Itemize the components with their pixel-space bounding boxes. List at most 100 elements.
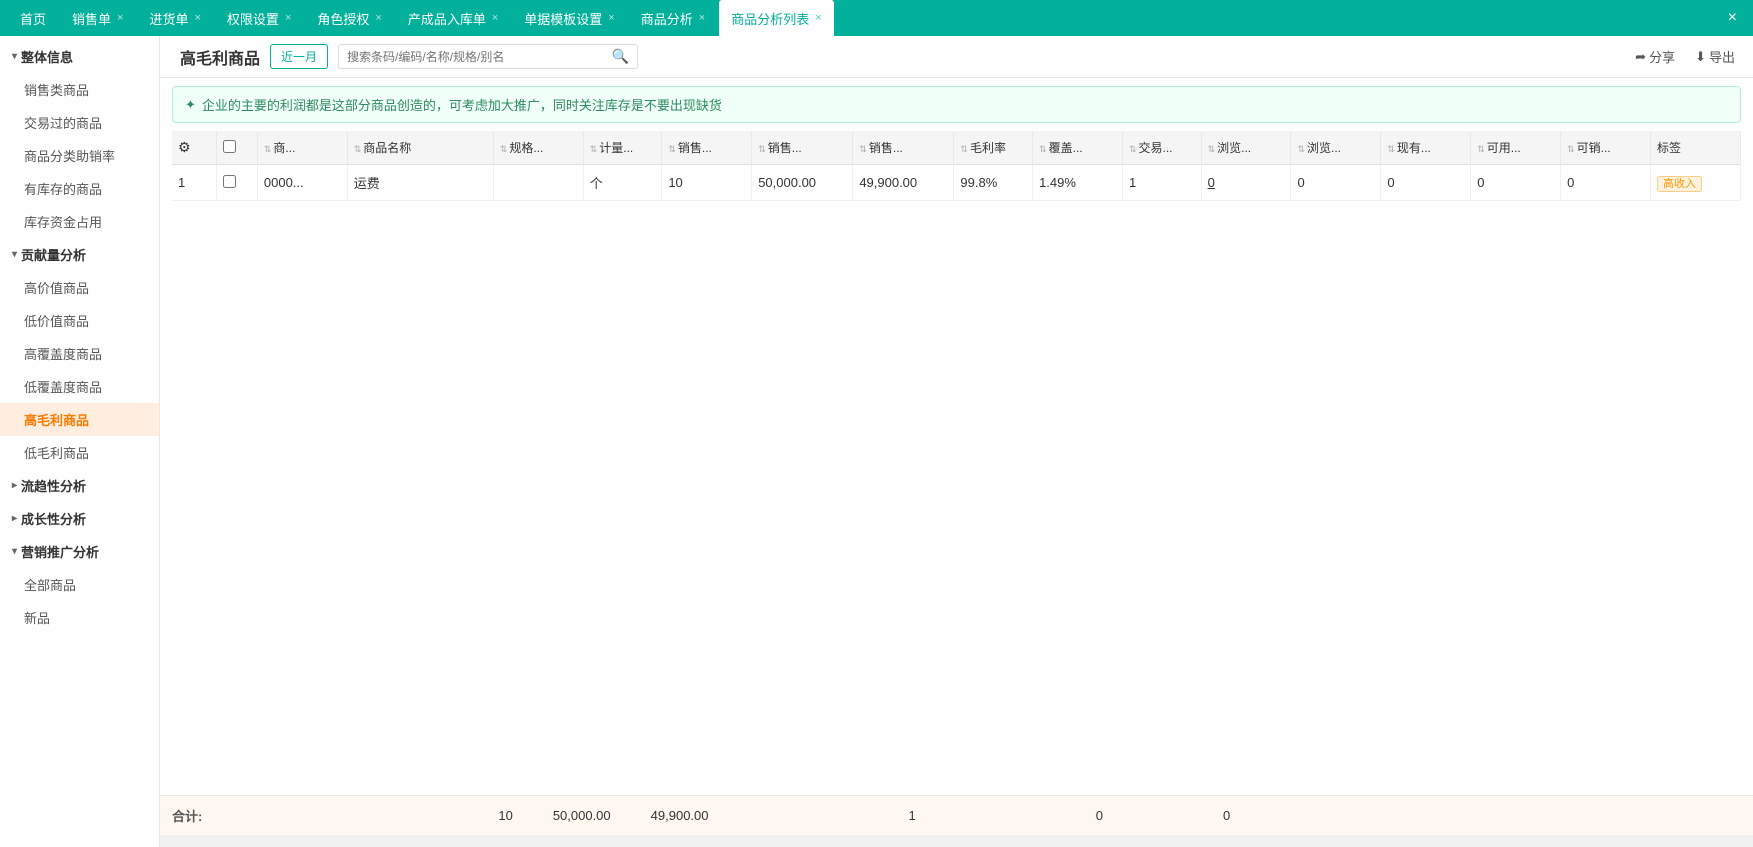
info-icon: ✦ [185, 97, 196, 113]
sidebar-item-有库存的商品[interactable]: 有库存的商品 [0, 172, 159, 205]
close-all-tabs[interactable]: × [1720, 9, 1745, 27]
row-checkbox-cell[interactable] [217, 165, 257, 201]
header-actions: ➦ 分享 ⬇ 导出 [1629, 44, 1741, 69]
footer-transactions: 1 [909, 808, 916, 823]
row-browse1[interactable]: 0 [1201, 165, 1291, 201]
col-header-15[interactable]: ⇅可用... [1471, 131, 1561, 165]
sidebar-item-高毛利商品[interactable]: 高毛利商品 [0, 403, 159, 436]
tab-close-icon[interactable]: × [699, 12, 705, 24]
tab-close-icon[interactable]: × [492, 12, 498, 24]
select-all-checkbox[interactable] [223, 140, 236, 153]
export-icon: ⬇ [1695, 49, 1706, 65]
chevron-icon: ▸ [12, 513, 17, 524]
row-browse2: 0 [1291, 165, 1381, 201]
tab-close-icon[interactable]: × [194, 12, 200, 24]
row-coverage: 1.49% [1033, 165, 1123, 201]
horizontal-scrollbar[interactable] [160, 835, 1753, 847]
sidebar-item-销售类商品[interactable]: 销售类商品 [0, 73, 159, 106]
col-header-2[interactable]: ⇅商... [257, 131, 347, 165]
col-header-16[interactable]: ⇅可销... [1561, 131, 1651, 165]
tag-badge: 高收入 [1657, 176, 1702, 192]
row-sellable: 0 [1561, 165, 1651, 201]
sidebar-group-营销推广分析[interactable]: ▾营销推广分析 [0, 535, 159, 568]
row-sales-qty: 10 [662, 165, 752, 201]
export-button[interactable]: ⬇ 导出 [1689, 44, 1741, 69]
sidebar-group-流趋性分析[interactable]: ▸流趋性分析 [0, 469, 159, 502]
nav-tab-角色授权[interactable]: 角色授权× [305, 0, 393, 36]
sidebar-item-全部商品[interactable]: 全部商品 [0, 568, 159, 601]
col-header-11[interactable]: ⇅交易... [1122, 131, 1201, 165]
row-gross-margin: 99.8% [954, 165, 1033, 201]
tab-close-icon[interactable]: × [815, 12, 821, 24]
search-icon[interactable]: 🔍 [612, 48, 629, 65]
footer-label: 合计: [172, 806, 202, 825]
row-sales-profit: 49,900.00 [853, 165, 954, 201]
row-name: 运费 [347, 165, 493, 201]
nav-tab-首页[interactable]: 首页 [8, 0, 58, 36]
sidebar-item-交易过的商品[interactable]: 交易过的商品 [0, 106, 159, 139]
product-table: ⚙⇅商...⇅商品名称⇅规格...⇅计量...⇅销售...⇅销售...⇅销售..… [172, 131, 1741, 201]
tab-close-icon[interactable]: × [285, 12, 291, 24]
share-button[interactable]: ➦ 分享 [1629, 44, 1681, 69]
col-header-9[interactable]: ⇅毛利率 [954, 131, 1033, 165]
sidebar: ▾整体信息销售类商品交易过的商品商品分类助销率有库存的商品库存资金占用▾贡献量分… [0, 36, 160, 847]
chevron-icon: ▾ [12, 546, 17, 557]
row-spec [493, 165, 583, 201]
table-row: 10000...运费个1050,000.0049,900.0099.8%1.49… [172, 165, 1741, 201]
sidebar-group-整体信息[interactable]: ▾整体信息 [0, 40, 159, 73]
date-filter-button[interactable]: 近一月 [270, 44, 328, 69]
nav-tab-单据模板设置[interactable]: 单据模板设置× [512, 0, 626, 36]
sidebar-group-贡献量分析[interactable]: ▾贡献量分析 [0, 238, 159, 271]
tab-close-icon[interactable]: × [608, 12, 614, 24]
tab-close-icon[interactable]: × [117, 12, 123, 24]
row-tag: 高收入 [1650, 165, 1740, 201]
sidebar-item-商品分类助销率[interactable]: 商品分类助销率 [0, 139, 159, 172]
row-code: 0000... [257, 165, 347, 201]
sidebar-item-高覆盖度商品[interactable]: 高覆盖度商品 [0, 337, 159, 370]
sort-icon: ⇅ [1297, 144, 1305, 154]
sidebar-group-成长性分析[interactable]: ▸成长性分析 [0, 502, 159, 535]
search-input[interactable] [347, 50, 612, 64]
sort-icon: ⇅ [1129, 144, 1137, 154]
content-area: 高毛利商品 近一月 🔍 ➦ 分享 ⬇ 导出 ✦ 企业的主要的利润都是这部分商品创… [160, 36, 1753, 847]
sort-icon: ⇅ [590, 144, 598, 154]
sidebar-item-高价值商品[interactable]: 高价值商品 [0, 271, 159, 304]
col-header-13[interactable]: ⇅浏览... [1291, 131, 1381, 165]
col-header-14[interactable]: ⇅现有... [1381, 131, 1471, 165]
col-header-8[interactable]: ⇅销售... [853, 131, 954, 165]
col-header-4[interactable]: ⇅规格... [493, 131, 583, 165]
footer-sales-amount: 50,000.00 [553, 808, 611, 823]
nav-tab-进货单[interactable]: 进货单× [137, 0, 212, 36]
nav-tab-权限设置[interactable]: 权限设置× [215, 0, 303, 36]
browse1-link[interactable]: 0 [1208, 175, 1215, 190]
row-sales-amount: 50,000.00 [752, 165, 853, 201]
nav-tab-商品分析[interactable]: 商品分析× [629, 0, 717, 36]
sidebar-item-低覆盖度商品[interactable]: 低覆盖度商品 [0, 370, 159, 403]
sidebar-item-新品[interactable]: 新品 [0, 601, 159, 634]
nav-tab-销售单[interactable]: 销售单× [60, 0, 135, 36]
nav-tab-商品分析列表[interactable]: 商品分析列表× [719, 0, 833, 36]
col-header-12[interactable]: ⇅浏览... [1201, 131, 1291, 165]
sidebar-item-低价值商品[interactable]: 低价值商品 [0, 304, 159, 337]
footer-browse2: 0 [1096, 808, 1103, 823]
row-current-stock: 0 [1381, 165, 1471, 201]
nav-tab-产成品入库单[interactable]: 产成品入库单× [396, 0, 510, 36]
sidebar-item-库存资金占用[interactable]: 库存资金占用 [0, 205, 159, 238]
col-header-6[interactable]: ⇅销售... [662, 131, 752, 165]
page-title: 高毛利商品 [180, 45, 260, 69]
sidebar-item-低毛利商品[interactable]: 低毛利商品 [0, 436, 159, 469]
col-header-3[interactable]: ⇅商品名称 [347, 131, 493, 165]
sort-icon: ⇅ [859, 144, 867, 154]
sort-icon: ⇅ [758, 144, 766, 154]
col-header-10[interactable]: ⇅覆盖... [1033, 131, 1123, 165]
top-nav: 首页销售单×进货单×权限设置×角色授权×产成品入库单×单据模板设置×商品分析×商… [0, 0, 1753, 36]
tab-close-icon[interactable]: × [375, 12, 381, 24]
row-checkbox[interactable] [223, 175, 236, 188]
col-header-7[interactable]: ⇅销售... [752, 131, 853, 165]
search-box: 🔍 [338, 44, 638, 69]
col-header-5[interactable]: ⇅计量... [583, 131, 662, 165]
chevron-icon: ▾ [12, 249, 17, 260]
settings-icon[interactable]: ⚙ [178, 139, 191, 155]
col-header-1 [217, 131, 257, 165]
sort-icon: ⇅ [1039, 144, 1047, 154]
